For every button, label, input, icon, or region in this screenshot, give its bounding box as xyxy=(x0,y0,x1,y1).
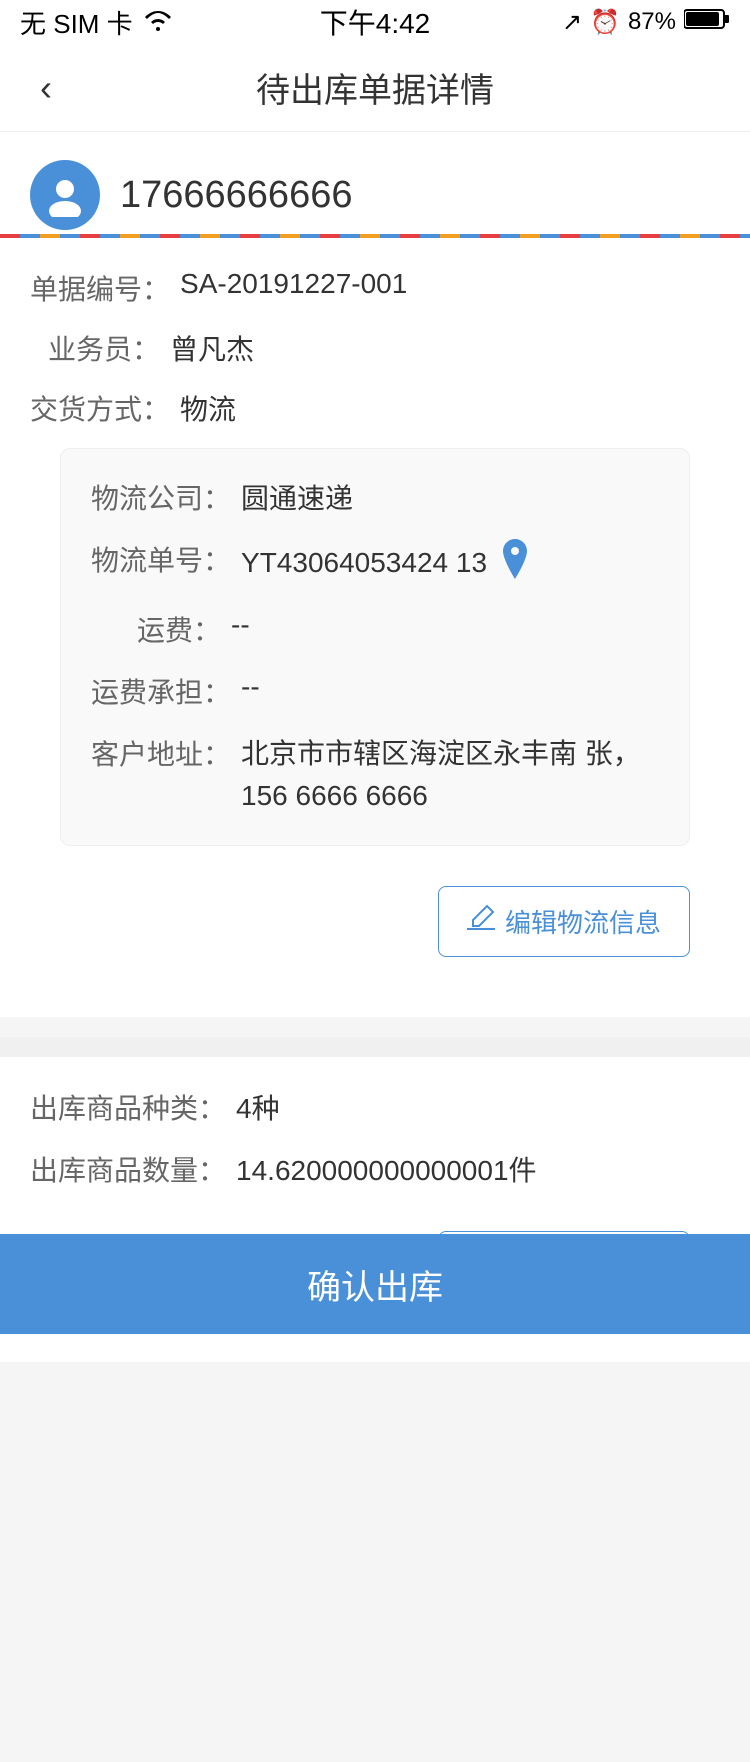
goods-quantity-value: 14.620000000000001件 xyxy=(236,1149,720,1189)
tracking-location-icon[interactable] xyxy=(499,539,531,587)
location-icon: ↗ xyxy=(562,8,582,37)
edit-icon xyxy=(467,904,495,939)
goods-quantity-row: 出库商品数量： 14.620000000000001件 xyxy=(30,1149,720,1189)
battery-icon xyxy=(684,8,730,37)
order-number-value: SA-20191227-001 xyxy=(180,268,720,300)
logistics-card: 物流公司： 圆通速递 物流单号： YT43064053424 13 运费： -- xyxy=(60,448,690,846)
logistics-tracking-label: 物流单号： xyxy=(91,539,241,579)
logistics-company-label: 物流公司： xyxy=(91,477,241,517)
edit-logistics-area: 编辑物流信息 xyxy=(30,866,720,987)
freight-bearer-label: 运费承担： xyxy=(91,671,241,711)
sales-person-value: 曾凡杰 xyxy=(170,328,720,368)
nav-bar: ‹ 待出库单据详情 xyxy=(0,44,750,132)
status-bar: 无 SIM 卡 下午4:42 ↗ ⏰ 87% xyxy=(0,0,750,44)
freight-value: -- xyxy=(231,609,659,641)
address-row: 客户地址： 北京市市辖区海淀区永丰南 张，156 6666 6666 xyxy=(91,733,659,817)
goods-type-row: 出库商品种类： 4种 xyxy=(30,1087,720,1127)
main-content: 17666666666 单据编号： SA-20191227-001 业务员： 曾… xyxy=(0,132,750,1762)
logistics-tracking-value: YT43064053424 13 xyxy=(241,539,659,587)
logistics-company-row: 物流公司： 圆通速递 xyxy=(91,477,659,517)
freight-row: 运费： -- xyxy=(91,609,659,649)
freight-bearer-value: -- xyxy=(241,671,659,703)
confirm-button-area[interactable]: 确认出库 xyxy=(0,1234,750,1334)
logistics-tracking-row: 物流单号： YT43064053424 13 xyxy=(91,539,659,587)
section-separator xyxy=(0,1037,750,1057)
alarm-icon: ⏰ xyxy=(590,8,620,37)
bottom-spacer xyxy=(0,1362,750,1662)
goods-type-value: 4种 xyxy=(236,1087,720,1127)
status-bar-time: 下午4:42 xyxy=(320,2,431,42)
confirm-button-label: 确认出库 xyxy=(307,1260,443,1309)
freight-label: 运费： xyxy=(91,609,231,649)
status-bar-right: ↗ ⏰ 87% xyxy=(562,8,730,37)
order-number-row: 单据编号： SA-20191227-001 xyxy=(30,268,720,308)
address-label: 客户地址： xyxy=(91,733,241,773)
order-number-label: 单据编号： xyxy=(30,268,180,308)
avatar xyxy=(30,160,100,230)
sales-person-label: 业务员： xyxy=(30,328,170,368)
delivery-method-label: 交货方式： xyxy=(30,388,180,428)
page-title: 待出库单据详情 xyxy=(256,63,494,112)
user-section: 17666666666 xyxy=(0,132,750,230)
back-button[interactable]: ‹ xyxy=(30,57,62,119)
battery-text: 87% xyxy=(628,8,676,36)
goods-quantity-label: 出库商品数量： xyxy=(30,1149,236,1189)
edit-logistics-button[interactable]: 编辑物流信息 xyxy=(438,886,690,957)
user-phone: 17666666666 xyxy=(120,174,352,217)
sales-person-row: 业务员： 曾凡杰 xyxy=(30,328,720,368)
freight-bearer-row: 运费承担： -- xyxy=(91,671,659,711)
logistics-company-value: 圆通速递 xyxy=(241,477,659,517)
dashed-divider xyxy=(0,230,750,238)
wifi-icon xyxy=(143,7,173,38)
delivery-method-value: 物流 xyxy=(180,388,720,428)
status-bar-left: 无 SIM 卡 xyxy=(20,4,173,41)
delivery-method-row: 交货方式： 物流 xyxy=(30,388,720,428)
order-info-section: 单据编号： SA-20191227-001 业务员： 曾凡杰 交货方式： 物流 … xyxy=(0,238,750,1017)
edit-logistics-label: 编辑物流信息 xyxy=(505,903,661,940)
goods-type-label: 出库商品种类： xyxy=(30,1087,236,1127)
carrier-text: 无 SIM 卡 xyxy=(20,4,133,41)
address-value: 北京市市辖区海淀区永丰南 张，156 6666 6666 xyxy=(241,733,659,817)
